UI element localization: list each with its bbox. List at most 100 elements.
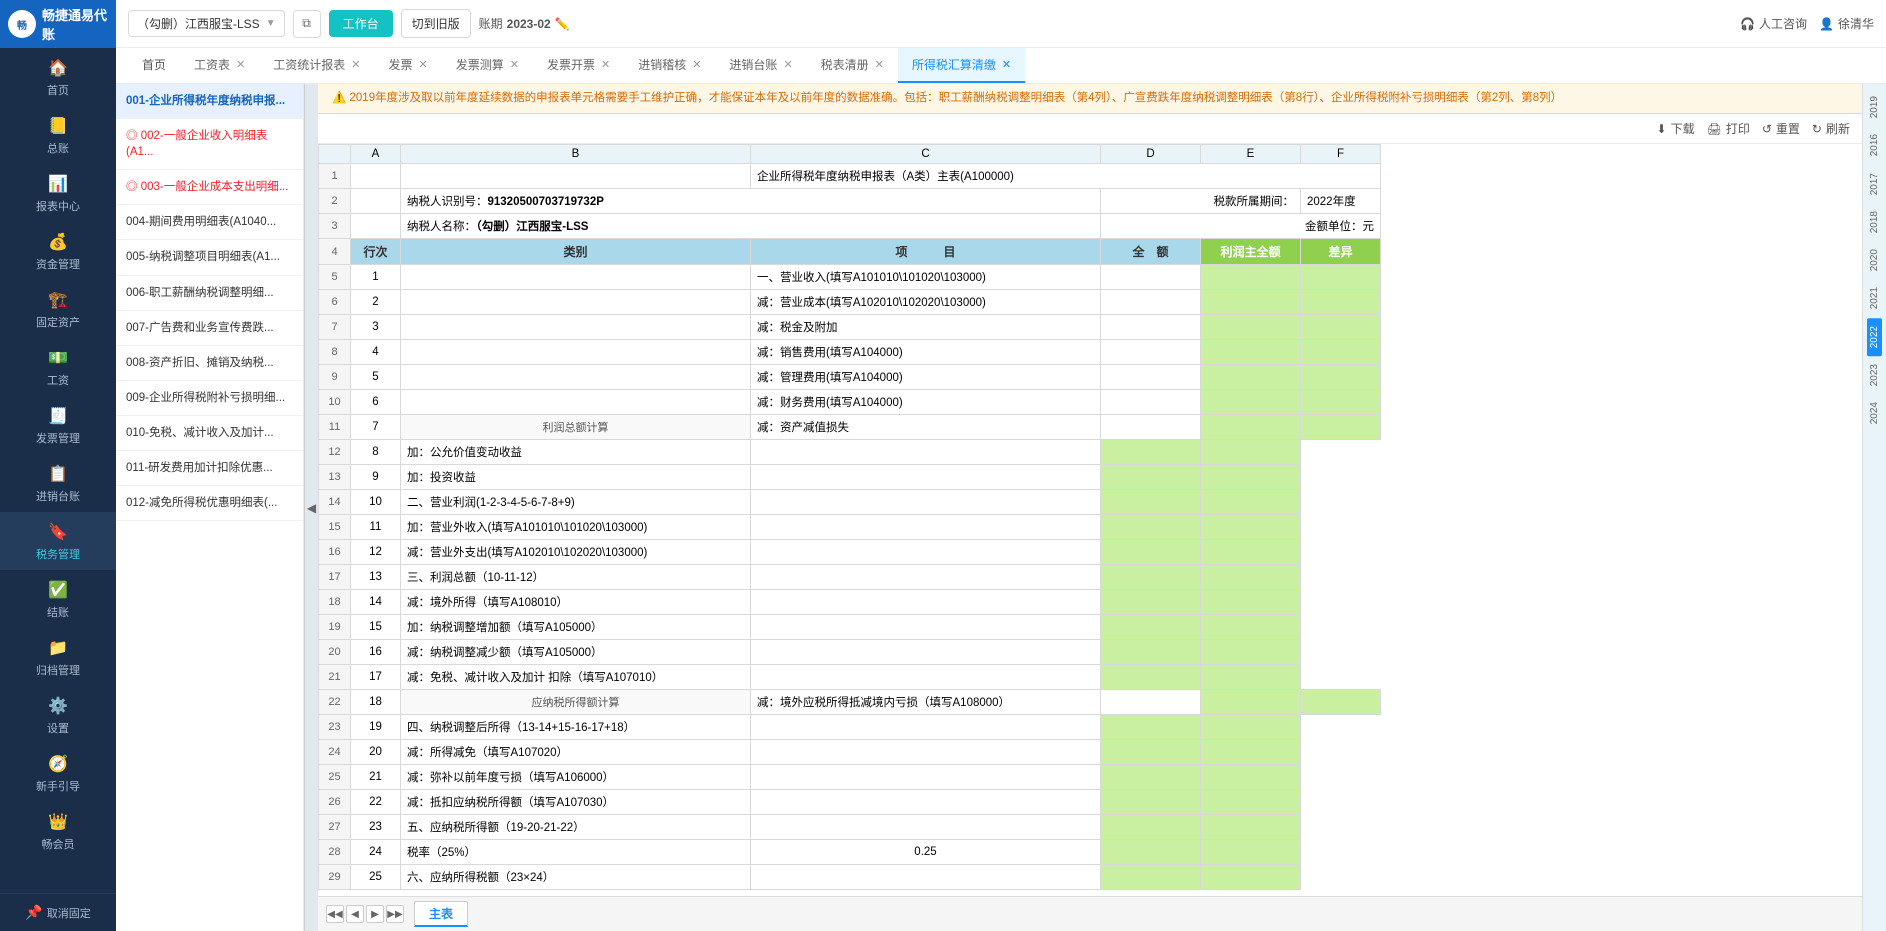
sheet-end-button[interactable]: ▶▶ <box>386 905 404 923</box>
tab-close-sales-ledger-tab[interactable]: ✕ <box>783 58 792 71</box>
cell-5-amount[interactable] <box>1101 390 1201 415</box>
tab-home[interactable]: 首页 <box>128 48 180 83</box>
cell-7-profit[interactable] <box>1101 440 1201 465</box>
cell-4-amount[interactable] <box>1101 365 1201 390</box>
timeline-year-2022[interactable]: 2022 <box>1867 318 1882 356</box>
cell-0-amount[interactable] <box>1101 265 1201 290</box>
cell-15-amount[interactable] <box>751 640 1101 665</box>
sidebar-item-fund-mgmt[interactable]: 💰 资金管理 <box>0 222 116 280</box>
list-item-011[interactable]: 011-研发费用加计扣除优惠... <box>116 451 303 486</box>
cell-13-amount[interactable] <box>751 590 1101 615</box>
cell-8-amount[interactable] <box>751 465 1101 490</box>
list-item-006[interactable]: 006-职工薪酬纳税调整明细... <box>116 276 303 311</box>
tab-close-sales-check[interactable]: ✕ <box>692 58 701 71</box>
timeline-year-2023[interactable]: 2023 <box>1867 356 1882 394</box>
sidebar-item-new-guide[interactable]: 🧭 新手引导 <box>0 744 116 802</box>
cell-22-profit[interactable] <box>1101 815 1201 840</box>
list-item-003[interactable]: ◎ 003-一般企业成本支出明细... <box>116 170 303 205</box>
cell-13-profit[interactable] <box>1101 590 1201 615</box>
timeline-year-2016[interactable]: 2016 <box>1867 126 1882 164</box>
refresh-button[interactable]: ↻ 刷新 <box>1812 120 1850 137</box>
cell-9-amount[interactable] <box>751 490 1101 515</box>
timeline-year-2021[interactable]: 2021 <box>1867 279 1882 317</box>
cell-23-amount[interactable]: 0.25 <box>751 840 1101 865</box>
switch-version-button[interactable]: 切到旧版 <box>401 9 471 38</box>
cell-0-profit[interactable] <box>1201 265 1301 290</box>
cell-15-profit[interactable] <box>1101 640 1201 665</box>
cell-8-profit[interactable] <box>1101 465 1201 490</box>
cell-24-amount[interactable] <box>751 865 1101 890</box>
cell-11-profit[interactable] <box>1101 540 1201 565</box>
sidebar-item-sales-ledger[interactable]: 📋 进销台账 <box>0 454 116 512</box>
cell-5-diff[interactable] <box>1301 390 1381 415</box>
cell-23-diff[interactable] <box>1201 840 1301 865</box>
cell-14-amount[interactable] <box>751 615 1101 640</box>
sidebar-item-invoice-mgmt[interactable]: 🧾 发票管理 <box>0 396 116 454</box>
cell-12-diff[interactable] <box>1201 565 1301 590</box>
download-button[interactable]: ⬇ 下载 <box>1657 120 1695 137</box>
sidebar-item-home[interactable]: 🏠 首页 <box>0 48 116 106</box>
sidebar-bottom[interactable]: 📌 取消固定 <box>0 893 116 931</box>
list-item-008[interactable]: 008-资产折旧、摊销及纳税... <box>116 346 303 381</box>
list-item-010[interactable]: 010-免税、减计收入及加计... <box>116 416 303 451</box>
cell-4-profit[interactable] <box>1201 365 1301 390</box>
timeline-year-2020[interactable]: 2020 <box>1867 241 1882 279</box>
cell-13-diff[interactable] <box>1201 590 1301 615</box>
cell-6-diff[interactable] <box>1301 415 1381 440</box>
cell-20-diff[interactable] <box>1201 765 1301 790</box>
list-item-012[interactable]: 012-减免所得税优惠明细表(... <box>116 486 303 521</box>
tab-sales-ledger-tab[interactable]: 进销台账✕ <box>715 48 806 83</box>
tab-close-income-tax[interactable]: ✕ <box>1002 58 1011 71</box>
tab-payroll[interactable]: 工资表✕ <box>180 48 259 83</box>
cell-21-amount[interactable] <box>751 790 1101 815</box>
cell-20-profit[interactable] <box>1101 765 1201 790</box>
list-item-002[interactable]: ◎ 002-一般企业收入明细表(A1... <box>116 119 303 170</box>
cell-22-amount[interactable] <box>751 815 1101 840</box>
cell-20-amount[interactable] <box>751 765 1101 790</box>
cell-10-profit[interactable] <box>1101 515 1201 540</box>
user-profile[interactable]: 👤 徐清华 <box>1819 15 1874 32</box>
copy-button[interactable]: ⧉ <box>293 10 321 38</box>
tab-close-tax-clear[interactable]: ✕ <box>875 58 884 71</box>
cell-10-amount[interactable] <box>751 515 1101 540</box>
timeline-year-2017[interactable]: 2017 <box>1867 165 1882 203</box>
cell-7-amount[interactable] <box>751 440 1101 465</box>
workbench-button[interactable]: 工作台 <box>329 10 393 37</box>
list-item-004[interactable]: 004-期间费用明细表(A1040... <box>116 205 303 240</box>
tab-payroll-stat[interactable]: 工资统计报表✕ <box>259 48 374 83</box>
cell-12-profit[interactable] <box>1101 565 1201 590</box>
cell-1-amount[interactable] <box>1101 290 1201 315</box>
cell-24-profit[interactable] <box>1101 865 1201 890</box>
cell-2-amount[interactable] <box>1101 315 1201 340</box>
cell-16-profit[interactable] <box>1101 665 1201 690</box>
print-button[interactable]: 🖨 打印 <box>1707 120 1750 137</box>
cell-4-diff[interactable] <box>1301 365 1381 390</box>
cell-11-amount[interactable] <box>751 540 1101 565</box>
cell-9-profit[interactable] <box>1101 490 1201 515</box>
cell-17-profit[interactable] <box>1201 690 1301 715</box>
cell-3-diff[interactable] <box>1301 340 1381 365</box>
sidebar-item-tax-mgmt[interactable]: 🔖 税务管理 <box>0 512 116 570</box>
tab-income-tax[interactable]: 所得税汇算清缴✕ <box>898 48 1025 83</box>
cell-6-amount[interactable] <box>1101 415 1201 440</box>
cell-1-diff[interactable] <box>1301 290 1381 315</box>
cell-17-diff[interactable] <box>1301 690 1381 715</box>
tab-sales-check[interactable]: 进销稽核✕ <box>624 48 715 83</box>
list-item-001[interactable]: 001-企业所得税年度纳税申报... <box>116 84 303 119</box>
cell-22-diff[interactable] <box>1201 815 1301 840</box>
tab-invoice-open[interactable]: 发票开票✕ <box>533 48 624 83</box>
cell-19-amount[interactable] <box>751 740 1101 765</box>
cell-16-amount[interactable] <box>751 665 1101 690</box>
tab-close-payroll-stat[interactable]: ✕ <box>351 58 360 71</box>
cell-19-profit[interactable] <box>1101 740 1201 765</box>
sidebar-item-fixed-assets[interactable]: 🏗️ 固定资产 <box>0 280 116 338</box>
sidebar-item-archive-mgmt[interactable]: 📁 归档管理 <box>0 628 116 686</box>
tab-invoice-calc[interactable]: 发票测算✕ <box>442 48 533 83</box>
cell-3-amount[interactable] <box>1101 340 1201 365</box>
cell-8-diff[interactable] <box>1201 465 1301 490</box>
sheet-prev-button[interactable]: ◀◀ <box>326 905 344 923</box>
list-item-005[interactable]: 005-纳税调整项目明细表(A1... <box>116 240 303 275</box>
cell-10-diff[interactable] <box>1201 515 1301 540</box>
cell-23-profit[interactable] <box>1101 840 1201 865</box>
cell-12-amount[interactable] <box>751 565 1101 590</box>
